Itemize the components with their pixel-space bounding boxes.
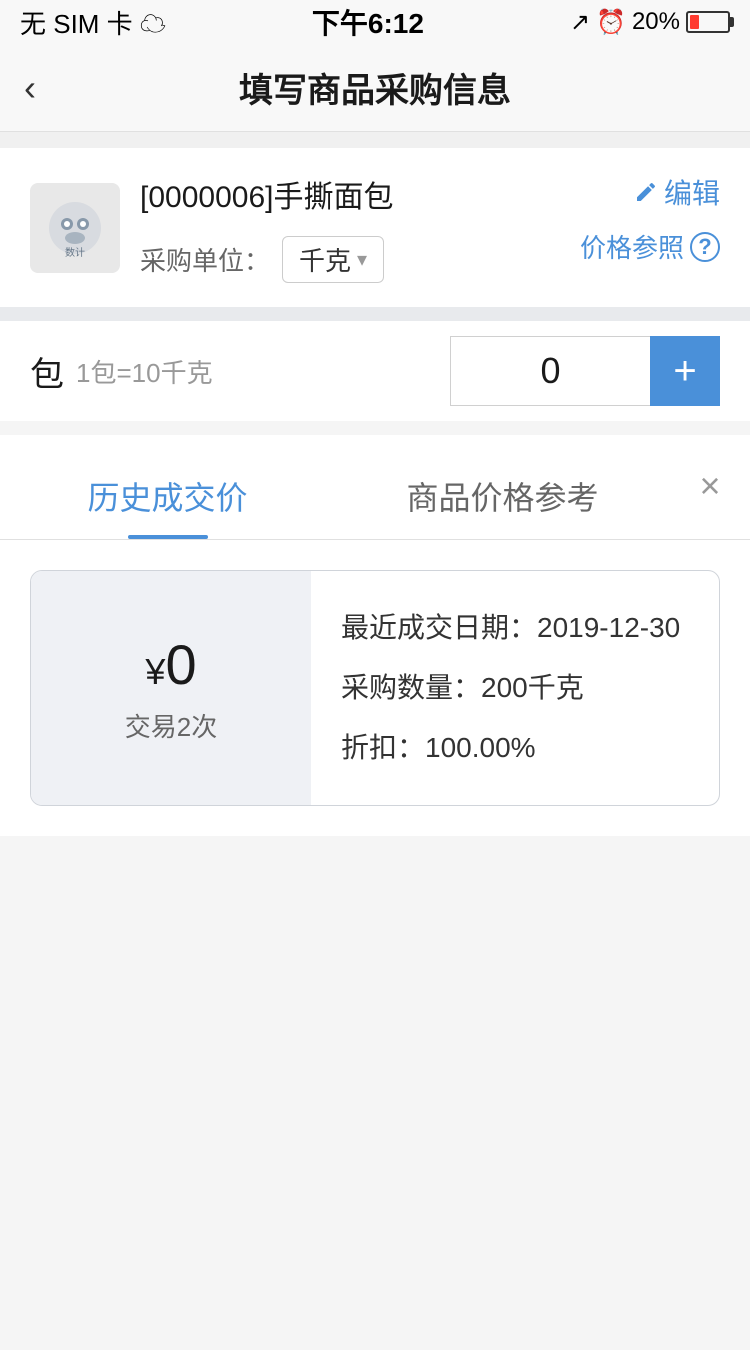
- price-amount: ¥0: [145, 632, 196, 697]
- price-ref-link[interactable]: 价格参照 ?: [580, 228, 720, 265]
- price-left-panel: ¥0 交易2次: [31, 571, 311, 805]
- help-icon: ?: [690, 232, 720, 262]
- back-button[interactable]: ‹: [24, 67, 36, 109]
- status-right: ↗ ⏰ 20%: [570, 8, 730, 37]
- plus-button[interactable]: +: [650, 336, 720, 406]
- product-info: [0000006]手撕面包 采购单位： 千克 ▾: [140, 172, 393, 283]
- price-value: 0: [165, 633, 196, 696]
- status-left: 无 SIM 卡 ☁: [20, 4, 166, 41]
- unit-label: 包 1包=10千克: [30, 347, 213, 396]
- unit-conversion: 1包=10千克: [76, 353, 213, 390]
- qty-input-group: +: [450, 336, 720, 406]
- qty-row: 采购数量：200千克: [341, 667, 689, 709]
- tab-history-price[interactable]: 历史成交价: [0, 445, 335, 539]
- tab-price-ref[interactable]: 商品价格参考: [335, 445, 670, 539]
- edit-label: 编辑: [664, 172, 720, 212]
- price-ref-right: 编辑 价格参照 ?: [580, 172, 720, 262]
- status-bar: 无 SIM 卡 ☁ 下午6:12 ↗ ⏰ 20%: [0, 0, 750, 44]
- location-icon: ↗: [570, 8, 590, 37]
- product-section: 数计 [0000006]手撕面包 采购单位： 千克 ▾: [0, 148, 750, 307]
- recent-date-label: 最近成交日期：: [341, 612, 537, 643]
- unit-value: 千克: [299, 241, 351, 278]
- edit-link[interactable]: 编辑: [634, 172, 720, 212]
- discount-value: 100.00%: [425, 732, 536, 763]
- tabs-header: 历史成交价 商品价格参考 ×: [0, 445, 750, 540]
- discount-row: 折扣：100.00%: [341, 727, 689, 769]
- signal-text: 无 SIM 卡 ☁: [20, 4, 166, 41]
- recent-date-value: 2019-12-30: [537, 612, 680, 643]
- svg-text:数计: 数计: [65, 246, 85, 258]
- product-logo: 数计: [30, 183, 120, 273]
- qty-label: 采购数量：: [341, 672, 481, 703]
- quantity-section: 包 1包=10千克 +: [0, 321, 750, 421]
- card-section: ¥0 交易2次 最近成交日期：2019-12-30 采购数量：200千克 折扣：…: [0, 540, 750, 836]
- purchase-unit-row: 采购单位： 千克 ▾: [140, 236, 393, 283]
- product-header: 数计 [0000006]手撕面包 采购单位： 千克 ▾: [30, 172, 720, 283]
- product-logo-svg: 数计: [45, 198, 105, 258]
- battery-percent: 20%: [632, 8, 680, 36]
- recent-date-row: 最近成交日期：2019-12-30: [341, 607, 689, 649]
- battery-icon: [686, 11, 730, 33]
- nav-bar: ‹ 填写商品采购信息: [0, 44, 750, 132]
- alarm-icon: ⏰: [596, 8, 626, 37]
- qty-value: 200千克: [481, 672, 584, 703]
- chevron-down-icon: ▾: [357, 247, 367, 272]
- product-left: 数计 [0000006]手撕面包 采购单位： 千克 ▾: [30, 172, 393, 283]
- battery-fill: [690, 15, 699, 29]
- separator: [0, 307, 750, 321]
- product-name: [0000006]手撕面包: [140, 172, 393, 216]
- edit-icon: [634, 180, 658, 204]
- quantity-input[interactable]: [450, 336, 650, 406]
- price-right-panel: 最近成交日期：2019-12-30 采购数量：200千克 折扣：100.00%: [311, 571, 719, 805]
- purchase-unit-label: 采购单位：: [140, 241, 270, 278]
- close-button[interactable]: ×: [670, 465, 750, 519]
- discount-label: 折扣：: [341, 732, 425, 763]
- currency-symbol: ¥: [145, 651, 165, 692]
- tabs-section: 历史成交价 商品价格参考 × ¥0 交易2次 最近成交日期：2019-12-30: [0, 435, 750, 836]
- unit-char: 包: [30, 347, 64, 396]
- trade-count: 交易2次: [125, 707, 217, 744]
- page-content: 数计 [0000006]手撕面包 采购单位： 千克 ▾: [0, 148, 750, 1350]
- price-card: ¥0 交易2次 最近成交日期：2019-12-30 采购数量：200千克 折扣：…: [30, 570, 720, 806]
- status-time: 下午6:12: [312, 2, 424, 42]
- unit-select[interactable]: 千克 ▾: [282, 236, 384, 283]
- price-ref-label: 价格参照: [580, 228, 684, 265]
- page-title: 填写商品采购信息: [239, 63, 511, 112]
